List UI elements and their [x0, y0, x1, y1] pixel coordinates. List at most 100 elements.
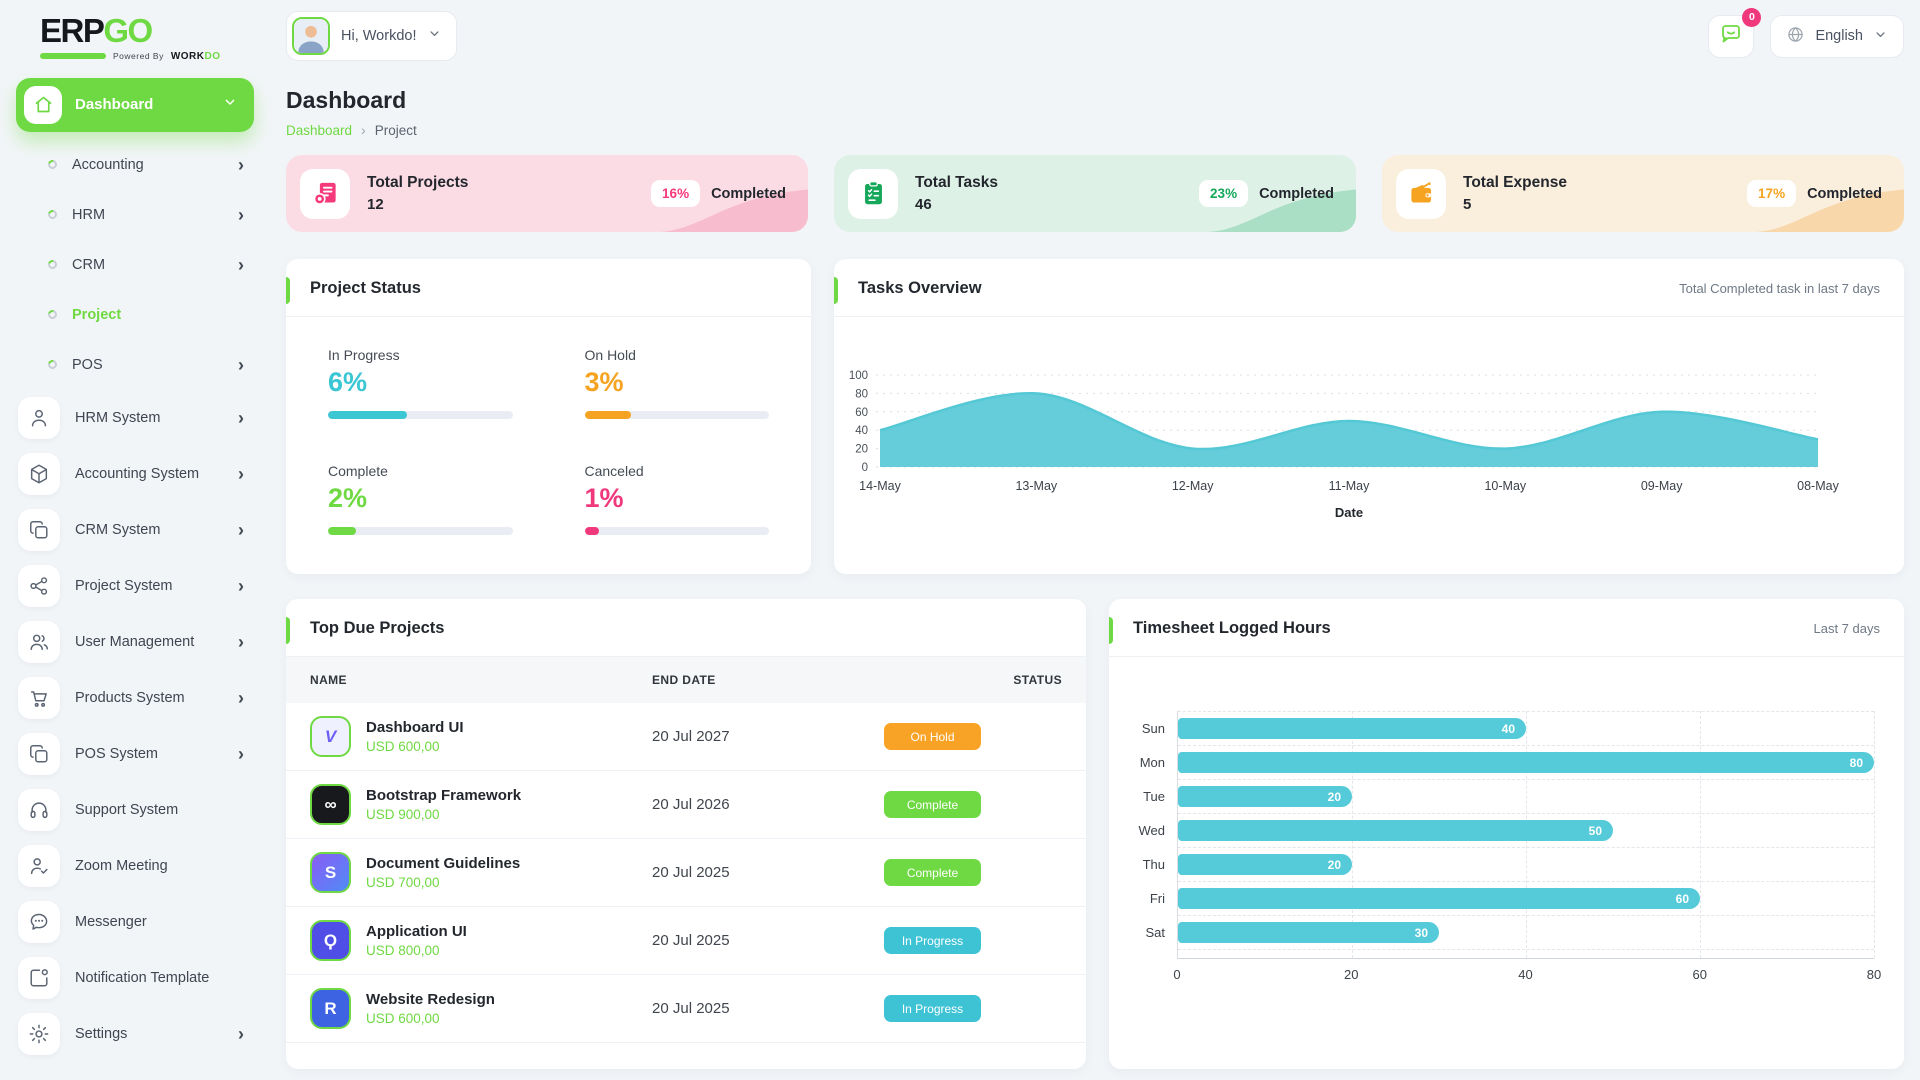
project-name: Bootstrap Framework: [366, 787, 521, 804]
ring-bullet-icon: [46, 258, 58, 270]
headset-icon: [28, 799, 50, 821]
share-nodes-icon: [28, 575, 50, 597]
timesheet-axis-tick: 60: [1693, 967, 1707, 982]
status-metric-in-progress: In Progress6%: [328, 347, 513, 419]
project-price: USD 700,00: [366, 875, 520, 890]
language-selector[interactable]: English: [1770, 15, 1904, 58]
timesheet-bar-value: 30: [1415, 926, 1428, 940]
cube-icon: [28, 463, 50, 485]
sidebar-item-label: Accounting: [72, 157, 223, 173]
timesheet-bar-row-sun: 40: [1178, 711, 1874, 745]
status-badge: On Hold: [884, 723, 981, 750]
svg-text:100: 100: [849, 370, 868, 382]
chevron-right-icon: ›: [238, 156, 244, 174]
cube-icon-box: [18, 453, 60, 495]
timesheet-bar-row-mon: 80: [1178, 745, 1874, 779]
project-price: USD 600,00: [366, 1011, 495, 1026]
breadcrumb: Dashboard › Project: [286, 122, 1904, 138]
sidebar-item-products-system[interactable]: Products System›: [16, 670, 254, 726]
sidebar-item-pos[interactable]: POS›: [16, 340, 254, 390]
timesheet-note: Last 7 days: [1814, 621, 1881, 636]
chevron-right-icon: ›: [238, 521, 244, 539]
table-row-website-redesign[interactable]: RWebsite RedesignUSD 600,0020 Jul 2025In…: [286, 975, 1086, 1043]
timesheet-axis-tick: 0: [1173, 967, 1180, 982]
sidebar-item-accounting[interactable]: Accounting ›: [16, 140, 254, 190]
gear-icon: [28, 1023, 50, 1045]
cart-icon: [28, 687, 50, 709]
svg-text:11-May: 11-May: [1329, 479, 1371, 493]
messages-button[interactable]: 0: [1708, 15, 1754, 58]
sidebar-item-crm[interactable]: CRM›: [16, 240, 254, 290]
main-content: Hi, Workdo! 0 English Dashboard Dashboar…: [286, 0, 1904, 1069]
expense-wallet-icon: [1408, 180, 1435, 207]
stat-completed-label: Completed: [1259, 186, 1334, 202]
brand-logo-erp: ERP: [40, 12, 103, 49]
table-row-application-ui[interactable]: ϘApplication UIUSD 800,0020 Jul 2025In P…: [286, 907, 1086, 975]
sidebar-item-hrm-system[interactable]: HRM System›: [16, 390, 254, 446]
sidebar-item-settings[interactable]: Settings›: [16, 1006, 254, 1062]
stat-percent-badge: 17%: [1747, 180, 1796, 207]
breadcrumb-separator: ›: [361, 122, 366, 138]
sidebar-item-messenger[interactable]: Messenger: [16, 894, 254, 950]
stat-icon-box: [1396, 169, 1446, 219]
stat-percent-badge: 16%: [651, 180, 700, 207]
column-header-status: STATUS: [884, 673, 1062, 687]
breadcrumb-dashboard-link[interactable]: Dashboard: [286, 123, 352, 138]
table-row-document-guidelines[interactable]: SDocument GuidelinesUSD 700,0020 Jul 202…: [286, 839, 1086, 907]
progress-bar-track: [585, 527, 770, 535]
sidebar-item-project[interactable]: Project: [16, 290, 254, 340]
project-name: Website Redesign: [366, 991, 495, 1008]
chevron-right-icon: ›: [238, 633, 244, 651]
sidebar-item-label: Settings: [75, 1026, 223, 1042]
status-metric-complete: Complete 2%: [328, 463, 513, 535]
status-badge: In Progress: [884, 995, 981, 1022]
sidebar-item-label: Notification Template: [75, 970, 244, 986]
gridline: [1874, 711, 1875, 958]
sidebar-item-notification-template[interactable]: Notification Template: [16, 950, 254, 1006]
status-metric-value: 6%: [328, 367, 513, 398]
chevron-down-icon: [222, 94, 238, 115]
status-metric-on-hold: On Hold3%: [585, 347, 770, 419]
stat-title: Total Tasks: [915, 174, 1182, 192]
user-icon: [28, 407, 50, 429]
chevron-right-icon: ›: [238, 206, 244, 224]
sidebar-item-zoom-meeting[interactable]: Zoom Meeting: [16, 838, 254, 894]
user-menu-button[interactable]: Hi, Workdo!: [286, 11, 457, 61]
sidebar-item-crm-system[interactable]: CRM System›: [16, 502, 254, 558]
stat-title: Total Projects: [367, 174, 634, 192]
clone-icon: [28, 743, 50, 765]
project-name: Dashboard UI: [366, 719, 464, 736]
timesheet-bar-row-sat: 30: [1178, 915, 1874, 949]
message-icon: [1719, 22, 1743, 46]
status-metric-value: 2%: [328, 483, 513, 514]
sidebar-item-label: HRM System: [75, 410, 223, 426]
chat-bubble-icon: [1719, 22, 1743, 51]
table-row-bootstrap-framework[interactable]: ∞Bootstrap FrameworkUSD 900,0020 Jul 202…: [286, 771, 1086, 839]
svg-text:14-May: 14-May: [859, 479, 901, 493]
sidebar-item-label: User Management: [75, 634, 223, 650]
ring-bullet-icon: [46, 208, 58, 220]
sidebar-item-project-system[interactable]: Project System›: [16, 558, 254, 614]
brand-logo[interactable]: ERPGO Powered By WORKDO: [16, 10, 254, 62]
project-status-card: Project Status In Progress6%On Hold3%Com…: [286, 259, 811, 574]
timesheet-category-label: Sun: [1135, 711, 1177, 745]
template-icon: [28, 967, 50, 989]
sidebar-item-support-system[interactable]: Support System: [16, 782, 254, 838]
powered-by-brand: WORKDO: [171, 51, 221, 62]
chevron-right-icon: ›: [238, 256, 244, 274]
sidebar-item-accounting-system[interactable]: Accounting System›: [16, 446, 254, 502]
sidebar-item-user-management[interactable]: User Management ›: [16, 614, 254, 670]
topbar-actions: 0 English: [1708, 15, 1904, 58]
timesheet-bar: 30: [1178, 922, 1439, 943]
timesheet-axis-tick: 40: [1518, 967, 1532, 982]
sidebar-item-dashboard[interactable]: Dashboard: [16, 78, 254, 132]
sidebar-item-pos-system[interactable]: POS System›: [16, 726, 254, 782]
tasks-overview-note: Total Completed task in last 7 days: [1679, 281, 1880, 296]
headset-icon-box: [18, 789, 60, 831]
project-logo: V: [310, 716, 351, 757]
status-metric-label: Complete: [328, 463, 513, 479]
chat-icon: [28, 911, 50, 933]
table-row-dashboard-ui[interactable]: VDashboard UIUSD 600,0020 Jul 2027On Hol…: [286, 703, 1086, 771]
project-logo: S: [310, 852, 351, 893]
sidebar-item-hrm[interactable]: HRM›: [16, 190, 254, 240]
